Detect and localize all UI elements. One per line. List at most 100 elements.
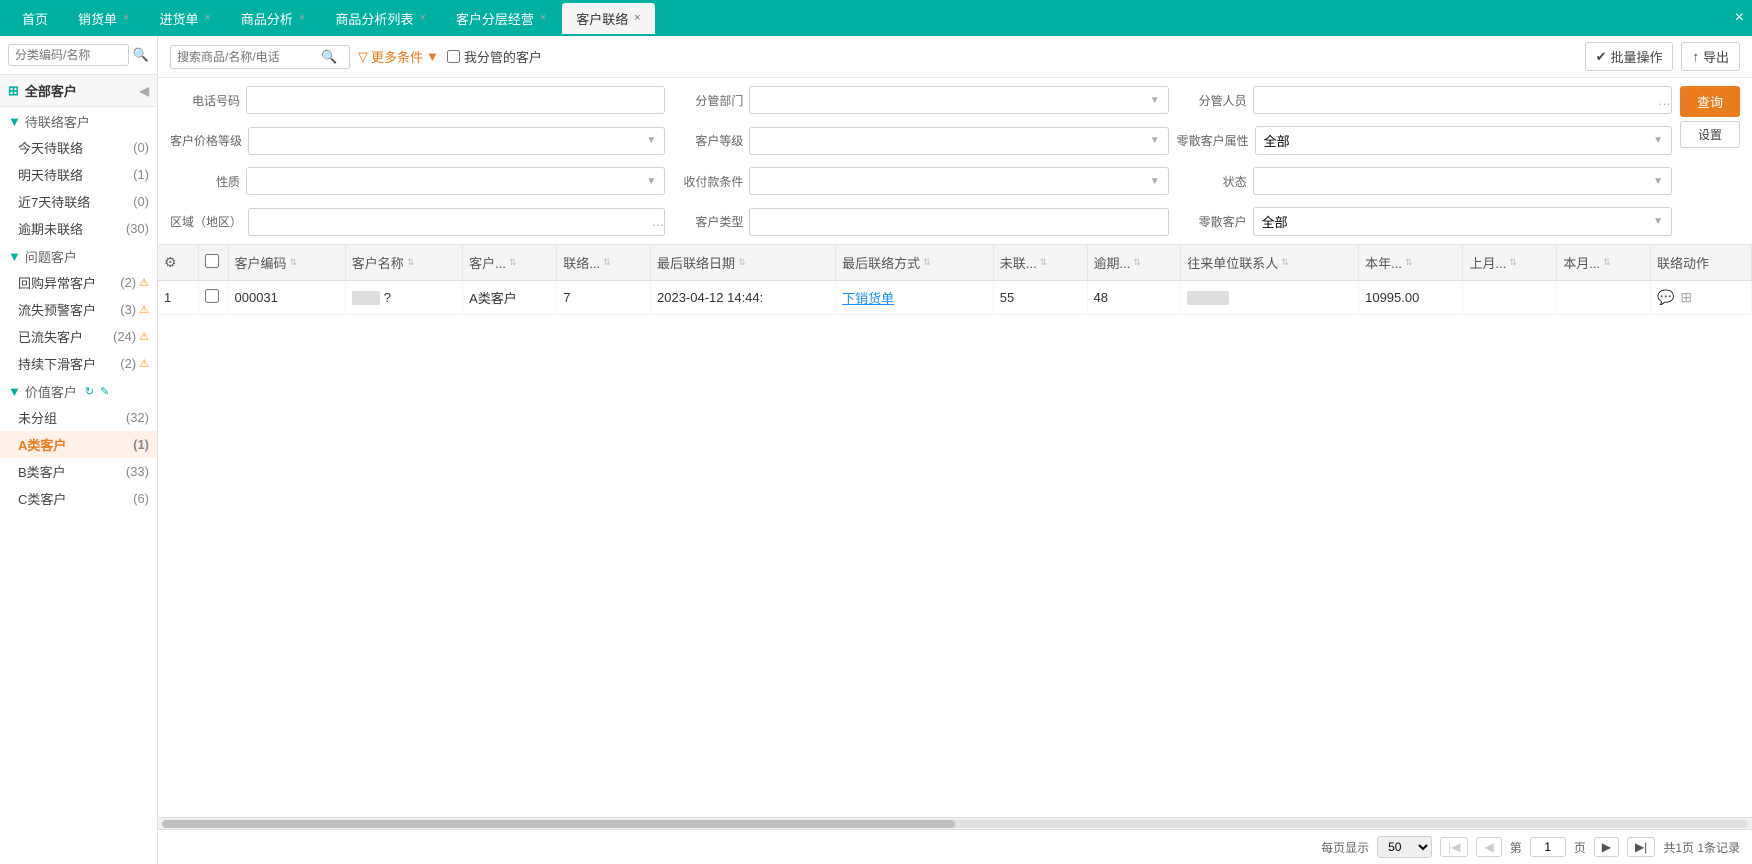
first-page-button[interactable]: |◀: [1440, 837, 1468, 857]
manager-input[interactable]: [1254, 89, 1658, 111]
main-search-input[interactable]: [177, 50, 317, 64]
horizontal-scrollbar[interactable]: [158, 817, 1752, 829]
th-last-way: 最后联络方式 ⇅: [836, 245, 994, 281]
col-code-label: 客户编码: [235, 253, 287, 272]
sort-overdue-icon[interactable]: ⇅: [1133, 257, 1141, 268]
sidebar-item-today[interactable]: 今天待联络 (0): [0, 134, 157, 161]
close-customer-contact-icon[interactable]: ×: [634, 12, 640, 24]
next-page-button[interactable]: ▶: [1594, 837, 1619, 857]
sort-type-icon[interactable]: ⇅: [509, 257, 517, 268]
settings-button[interactable]: 设置: [1680, 121, 1740, 148]
chat-icon[interactable]: 💬: [1657, 289, 1674, 306]
scrollbar-track[interactable]: [162, 820, 1748, 828]
repurchase-count: (2): [120, 275, 136, 290]
dept-select[interactable]: ▼: [749, 86, 1168, 114]
sidebar-collapse-arrow[interactable]: ◀: [140, 84, 149, 98]
close-all-button[interactable]: ×: [1735, 9, 1744, 27]
export-button[interactable]: ↑ 导出: [1681, 42, 1740, 71]
sidebar-item-churned[interactable]: 已流失客户 (24) ⚠: [0, 323, 157, 350]
sidebar-item-declining[interactable]: 持续下滑客户 (2) ⚠: [0, 350, 157, 377]
nav-tab-purchase[interactable]: 进货单 ×: [145, 3, 224, 34]
close-purchase-icon[interactable]: ×: [204, 12, 210, 24]
filter-row-4: 区域（地区） … 客户类型 零散客户: [170, 207, 1672, 236]
qrcode-icon[interactable]: ⊞: [1680, 289, 1692, 306]
close-analysis-icon[interactable]: ×: [299, 12, 305, 24]
page-input[interactable]: [1530, 837, 1566, 857]
region-input[interactable]: [249, 211, 651, 233]
last-way-link[interactable]: 下销货单: [842, 291, 894, 306]
sidebar-search-icon[interactable]: 🔍: [133, 47, 149, 63]
row-checkbox[interactable]: [205, 289, 219, 303]
cell-last-date: 2023-04-12 14:44:: [651, 281, 836, 315]
my-customers-check[interactable]: [447, 50, 460, 63]
nav-tab-sales[interactable]: 销货单 ×: [64, 3, 143, 34]
status-select[interactable]: ▼: [1253, 167, 1672, 195]
retail-attr-select[interactable]: 全部 ▼: [1255, 126, 1672, 155]
query-button[interactable]: 查询: [1680, 86, 1740, 117]
gear-icon[interactable]: ⚙: [164, 254, 177, 270]
my-customers-checkbox[interactable]: 我分管的客户: [447, 47, 542, 66]
nav-tab-customer-mgmt[interactable]: 客户分层经营 ×: [442, 3, 560, 34]
prev-page-button[interactable]: ◀: [1476, 837, 1501, 857]
edit-value-icon[interactable]: ✎: [100, 385, 109, 398]
retail-customer-select[interactable]: 全部 ▼: [1253, 207, 1672, 236]
batch-op-button[interactable]: ✔ 批量操作: [1585, 42, 1674, 71]
close-customer-mgmt-icon[interactable]: ×: [540, 12, 546, 24]
price-level-select[interactable]: ▼: [248, 127, 665, 155]
b-class-count: (33): [126, 464, 149, 479]
sidebar-item-churn-warning[interactable]: 流失预警客户 (3) ⚠: [0, 296, 157, 323]
sidebar-item-7days[interactable]: 近7天待联络 (0): [0, 188, 157, 215]
nature-select[interactable]: ▼: [246, 167, 665, 195]
sidebar-item-repurchase-anomaly[interactable]: 回购异常客户 (2) ⚠: [0, 269, 157, 296]
all-customers-header[interactable]: ⊞ 全部客户 ◀: [0, 75, 157, 107]
nav-tab-customer-contact[interactable]: 客户联络 ×: [562, 3, 654, 34]
sort-code-icon[interactable]: ⇅: [290, 257, 298, 268]
sort-unit-contact-icon[interactable]: ⇅: [1281, 257, 1289, 268]
close-sales-icon[interactable]: ×: [123, 12, 129, 24]
more-filters-button[interactable]: ▽ 更多条件 ▼: [358, 47, 439, 66]
sort-this-month-icon[interactable]: ⇅: [1603, 257, 1611, 268]
region-dots[interactable]: …: [651, 214, 664, 229]
sidebar-item-tomorrow[interactable]: 明天待联络 (1): [0, 161, 157, 188]
nav-tab-analysis[interactable]: 商品分析 ×: [227, 3, 319, 34]
per-page-select[interactable]: 50 100 200: [1377, 836, 1432, 858]
nav-tab-analysis-list[interactable]: 商品分析列表 ×: [321, 3, 439, 34]
close-analysis-list-icon[interactable]: ×: [419, 12, 425, 24]
sort-this-year-icon[interactable]: ⇅: [1405, 257, 1413, 268]
sort-name-icon[interactable]: ⇅: [407, 257, 415, 268]
sidebar-item-c-class[interactable]: C类客户 (6): [0, 485, 157, 512]
scrollbar-thumb[interactable]: [162, 820, 955, 828]
cell-last-way[interactable]: 下销货单: [836, 281, 994, 315]
sidebar-item-ungrouped[interactable]: 未分组 (32): [0, 404, 157, 431]
pending-section-label[interactable]: ▼ 待联络客户: [0, 107, 157, 134]
sidebar-item-b-class[interactable]: B类客户 (33): [0, 458, 157, 485]
select-all-checkbox[interactable]: [205, 254, 219, 268]
sidebar-item-overdue[interactable]: 逾期未联络 (30): [0, 215, 157, 242]
sort-not-contact-icon[interactable]: ⇅: [1040, 257, 1048, 268]
declining-label: 持续下滑客户: [18, 354, 96, 373]
sort-last-way-icon[interactable]: ⇅: [923, 257, 931, 268]
phone-field: 电话号码: [170, 86, 665, 114]
customer-type-input[interactable]: [749, 208, 1168, 236]
cell-unit-contact: [1181, 281, 1359, 315]
problem-section-label[interactable]: ▼ 问题客户: [0, 242, 157, 269]
nav-tab-home-label: 首页: [22, 9, 48, 28]
refresh-icon[interactable]: ↻: [85, 385, 94, 398]
col-overdue-label: 逾期...: [1094, 253, 1131, 272]
sort-last-date-icon[interactable]: ⇅: [738, 257, 746, 268]
manager-dots[interactable]: …: [1658, 93, 1671, 108]
payment-select[interactable]: ▼: [749, 167, 1168, 195]
customer-level-select[interactable]: ▼: [749, 127, 1168, 155]
ungrouped-count: (32): [126, 410, 149, 425]
last-page-button[interactable]: ▶|: [1627, 837, 1655, 857]
sort-last-month-icon[interactable]: ⇅: [1509, 257, 1517, 268]
sort-contact-icon[interactable]: ⇅: [603, 257, 611, 268]
my-customers-label: 我分管的客户: [464, 47, 542, 66]
main-search-icon[interactable]: 🔍: [321, 49, 337, 65]
value-section-label[interactable]: ▼ 价值客户 ↻ ✎: [0, 377, 157, 404]
sidebar-search-input[interactable]: [8, 44, 129, 66]
sidebar-item-a-class[interactable]: A类客户 (1): [0, 431, 157, 458]
nav-tab-home[interactable]: 首页: [8, 3, 62, 34]
phone-input[interactable]: [246, 86, 665, 114]
col-name-label: 客户名称: [352, 253, 404, 272]
